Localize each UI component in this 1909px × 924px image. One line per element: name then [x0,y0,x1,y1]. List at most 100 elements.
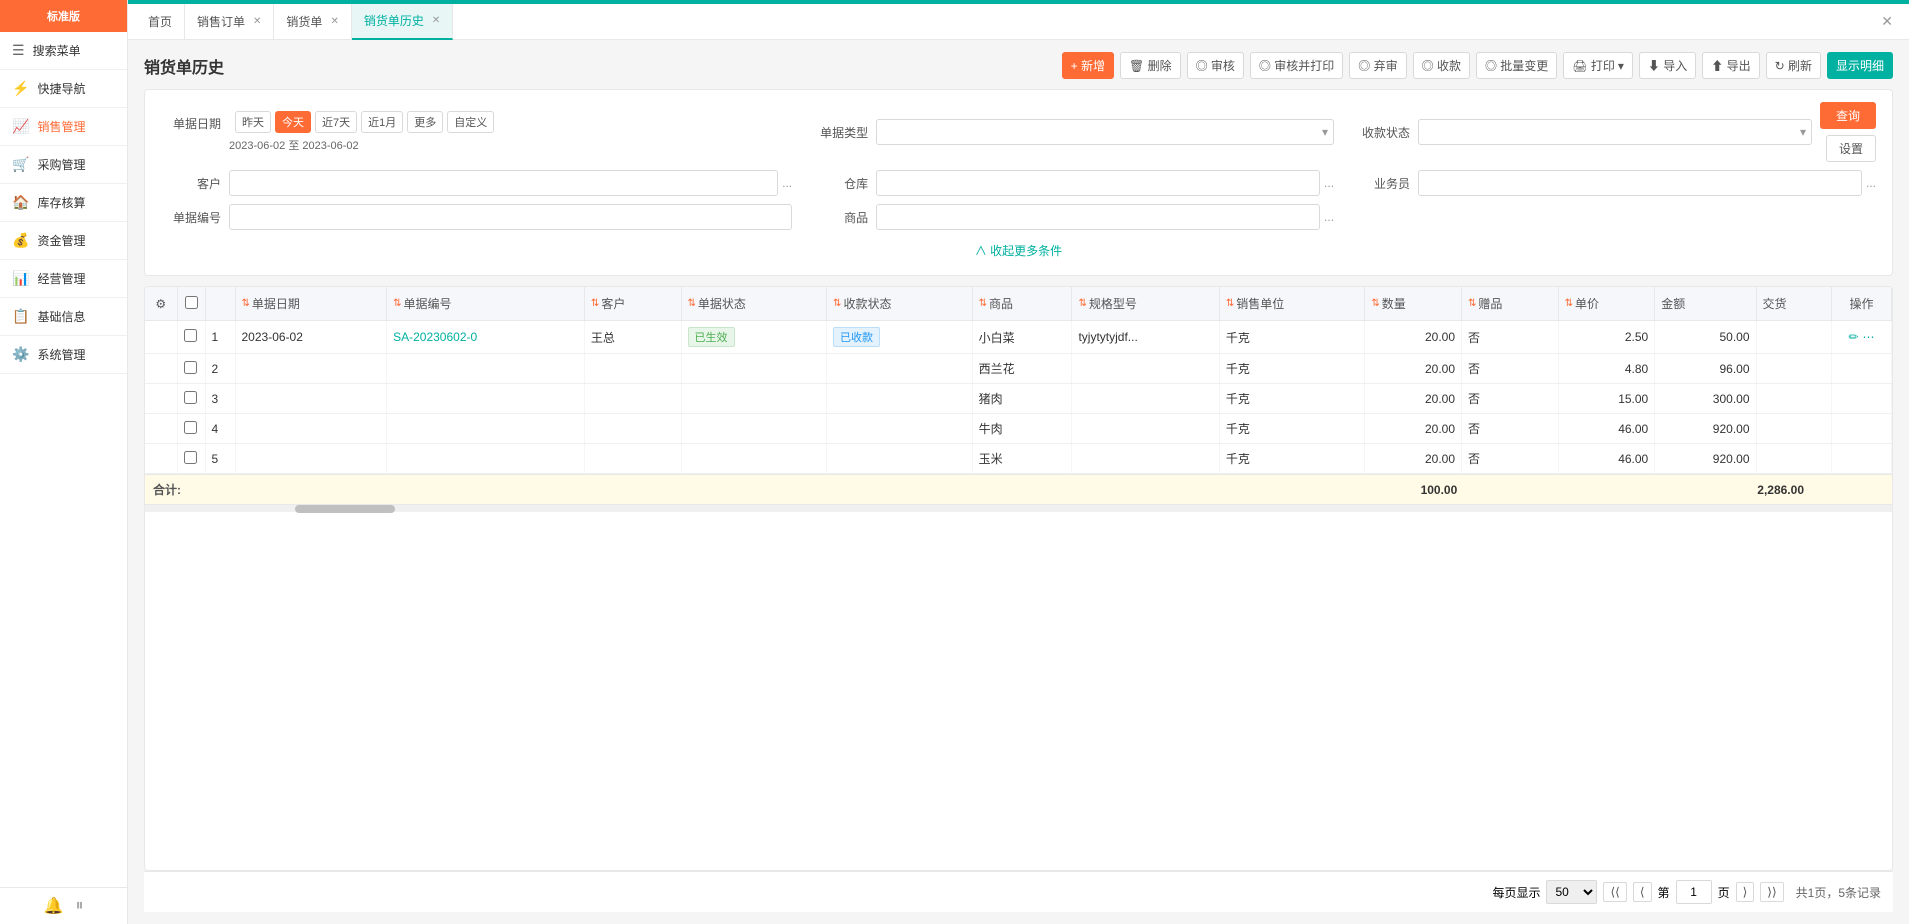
notification-icon[interactable]: 🔔 [44,896,64,916]
customer-dots[interactable]: ... [782,176,792,190]
query-button[interactable]: 查询 [1820,102,1876,129]
discard-button[interactable]: ◎ 弃审 [1349,52,1406,79]
sidebar-item-operations[interactable]: 📊 经营管理 [0,260,127,298]
sidebar-item-quick-nav[interactable]: ⚡ 快捷导航 [0,70,127,108]
date-btn-more[interactable]: 更多 [407,111,443,133]
select-all-checkbox[interactable] [185,296,198,309]
th-spec[interactable]: ⇅规格型号 [1072,287,1219,321]
row-doc-status-cell [681,414,827,444]
date-btn-today[interactable]: 今天 [275,111,311,133]
th-unit[interactable]: ⇅销售单位 [1219,287,1365,321]
sidebar-item-inventory[interactable]: 🏠 库存核算 [0,184,127,222]
row-num-cell: 4 [205,414,235,444]
row-settings-cell [145,444,177,474]
tab-sales-history-close[interactable]: ✕ [432,15,440,26]
row-checkbox-2[interactable] [184,391,197,404]
per-page-select[interactable]: 50 20 100 [1546,880,1597,904]
row-checkbox-cell [177,384,205,414]
export-button[interactable]: ⬆ 导出 [1702,52,1759,79]
warehouse-dots[interactable]: ... [1324,176,1334,190]
tab-sales-order[interactable]: 销售订单 ✕ [185,4,274,40]
th-row-num [205,287,235,321]
print-dropdown-icon[interactable]: ▾ [1618,59,1624,73]
print-button[interactable]: 🖨 打印 ▾ [1563,52,1633,79]
warehouse-input[interactable] [876,170,1320,196]
first-page-button[interactable]: ⟨⟨ [1603,882,1626,902]
row-gift-cell: 否 [1462,384,1559,414]
tab-sales-goods[interactable]: 销货单 ✕ [274,4,351,40]
th-collect-status[interactable]: ⇅收款状态 [827,287,973,321]
date-btn-yesterday[interactable]: 昨天 [235,111,271,133]
edit-action[interactable]: ✏ [1848,330,1858,344]
audit-button[interactable]: ◎ 审核 [1187,52,1244,79]
row-checkbox-4[interactable] [184,451,197,464]
row-doc-number-cell[interactable]: SA-20230602-0 [387,321,585,354]
th-quantity[interactable]: ⇅数量 [1365,287,1462,321]
th-gift[interactable]: ⇅赠品 [1462,287,1559,321]
date-btn-1month[interactable]: 近1月 [361,111,403,133]
th-doc-date[interactable]: ⇅单据日期 [235,287,387,321]
salesperson-input[interactable] [1418,170,1862,196]
row-spec-cell [1072,414,1219,444]
collect-button[interactable]: ◎ 收款 [1413,52,1470,79]
page-number-input[interactable]: 1 [1676,880,1712,904]
sidebar-item-sys-mgmt[interactable]: ⚙️ 系统管理 [0,336,127,374]
goods-dots[interactable]: ... [1324,210,1334,224]
import-button[interactable]: ⬇ 导入 [1639,52,1696,79]
sidebar-item-search-menu[interactable]: ☰ 搜索菜单 [0,32,127,70]
row-transaction-cell [1756,321,1832,354]
th-unit-price[interactable]: ⇅单价 [1558,287,1655,321]
date-label: 单据日期 [161,115,221,132]
sidebar-item-purchase-mgmt[interactable]: 🛒 采购管理 [0,146,127,184]
filter-panel: 单据日期 昨天 今天 近7天 近1月 更多 自定义 2023-06-02 至 2… [144,89,1893,276]
inventory-icon: 🏠 [12,194,29,211]
date-btn-custom[interactable]: 自定义 [447,111,494,133]
more-action[interactable]: ⋯ [1863,330,1875,344]
sidebar-item-basic-info[interactable]: 📋 基础信息 [0,298,127,336]
collapse-button[interactable]: ∧ 收起更多条件 [161,238,1876,263]
pause-icon[interactable]: ⏸ [75,897,83,915]
tab-close-all-button[interactable]: ✕ [1873,13,1901,30]
scrollbar-thumb[interactable] [295,505,395,513]
tab-home[interactable]: 首页 [136,4,185,40]
tab-sales-order-close[interactable]: ✕ [253,16,261,27]
row-collect-status-cell [827,414,973,444]
collect-status-select[interactable] [1418,119,1812,145]
sidebar-item-label: 库存核算 [37,194,85,211]
th-customer[interactable]: ⇅客户 [584,287,681,321]
th-doc-number[interactable]: ⇅单据编号 [387,287,585,321]
new-button[interactable]: + 新增 [1062,52,1114,79]
tab-sales-goods-close[interactable]: ✕ [330,16,338,27]
tab-sales-history[interactable]: 销货单历史 ✕ [352,4,453,40]
batch-change-button[interactable]: ◎ 批量变更 [1476,52,1557,79]
row-checkbox-0[interactable] [184,329,197,342]
prev-page-button[interactable]: ⟨ [1633,882,1652,902]
salesperson-dots[interactable]: ... [1866,176,1876,190]
audit-print-button[interactable]: ◎ 审核并打印 [1250,52,1343,79]
sidebar-item-sales-mgmt[interactable]: 📈 销售管理 [0,108,127,146]
next-page-button[interactable]: ⟩ [1736,882,1755,902]
refresh-button[interactable]: ↻ 刷新 [1766,52,1821,79]
filter-settings-button[interactable]: 设置 [1826,135,1876,162]
delete-button[interactable]: 🗑 删除 [1120,52,1181,79]
doc-type-label: 单据类型 [808,124,868,141]
last-page-button[interactable]: ⟩⟩ [1760,882,1783,902]
sidebar-item-finance[interactable]: 💰 资金管理 [0,222,127,260]
row-goods-cell: 牛肉 [972,414,1072,444]
goods-input[interactable] [876,204,1320,230]
filter-date: 单据日期 昨天 今天 近7天 近1月 更多 自定义 2023-06-02 至 2… [161,111,792,153]
row-checkbox-1[interactable] [184,361,197,374]
th-doc-status[interactable]: ⇅单据状态 [681,287,827,321]
sidebar-item-label: 系统管理 [37,346,85,363]
date-btn-7days[interactable]: 近7天 [315,111,357,133]
th-goods[interactable]: ⇅商品 [972,287,1072,321]
th-settings[interactable]: ⚙ [145,287,177,321]
doc-type-select[interactable] [876,119,1334,145]
show-detail-button[interactable]: 显示明细 [1827,52,1893,79]
row-action-cell [1832,414,1892,444]
doc-number-input[interactable] [229,204,792,230]
horizontal-scrollbar[interactable] [145,504,1892,512]
row-checkbox-3[interactable] [184,421,197,434]
filter-doc-number: 单据编号 [161,204,792,230]
customer-input[interactable] [229,170,778,196]
